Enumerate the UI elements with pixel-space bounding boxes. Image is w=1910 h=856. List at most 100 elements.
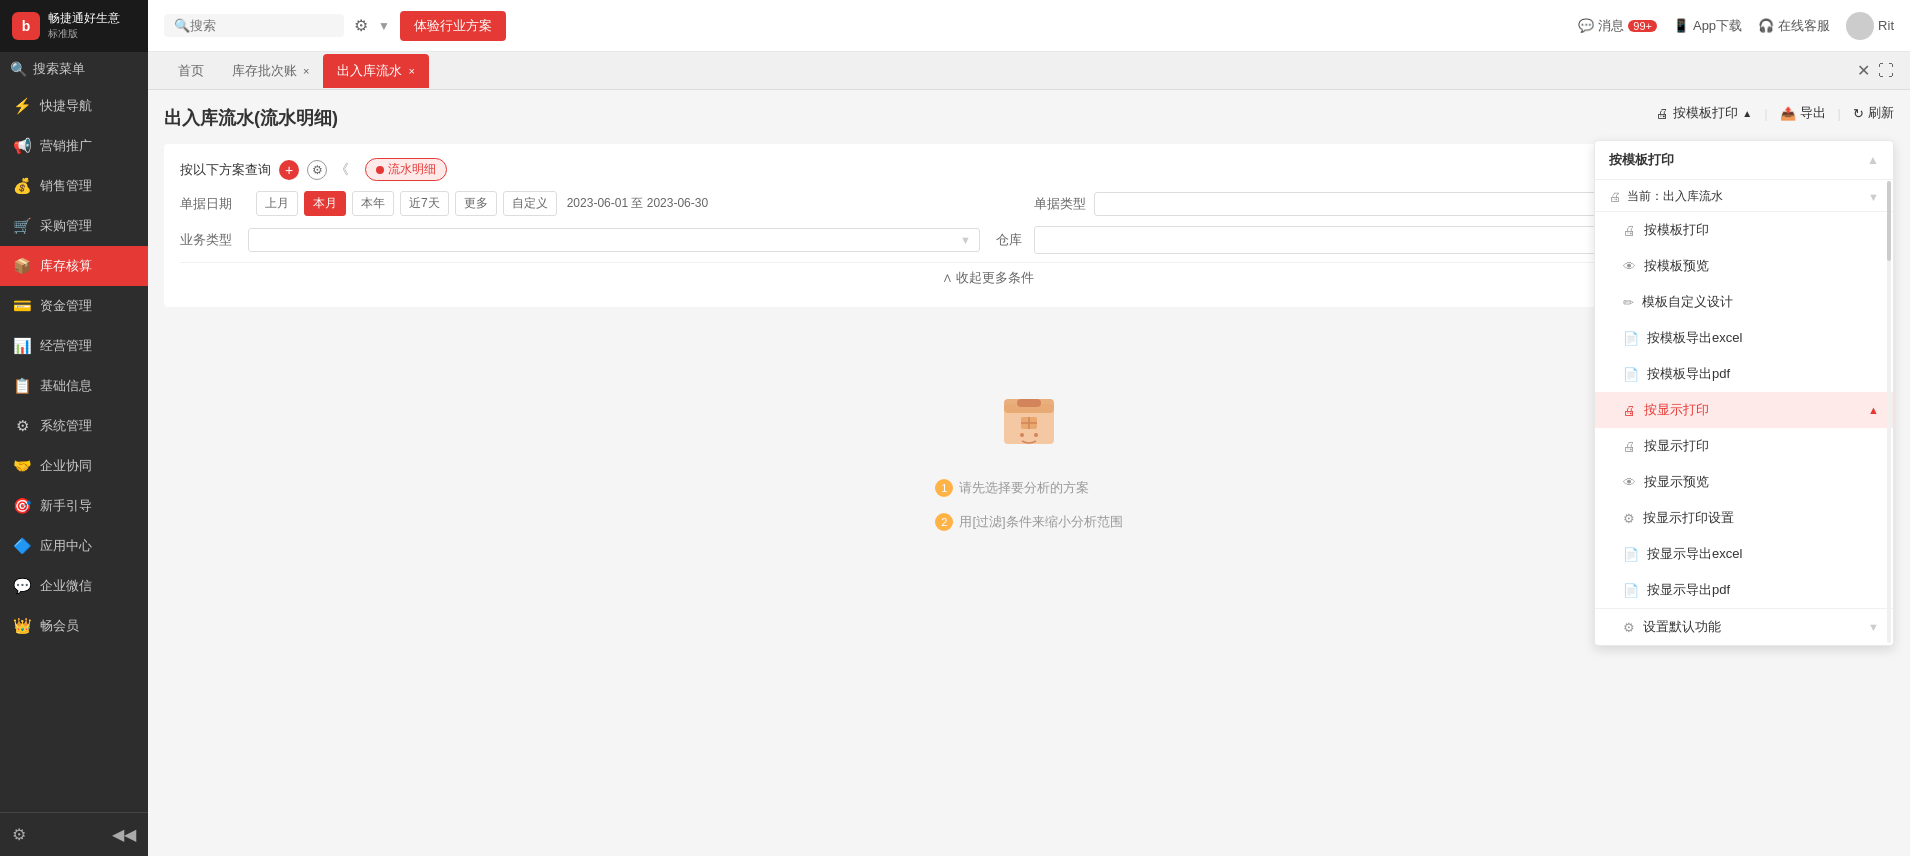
tabs-actions: ✕ ⛶	[1857, 61, 1894, 80]
newbie-icon: 🎯	[12, 496, 32, 516]
tabs-expand-btn[interactable]: ⛶	[1878, 61, 1894, 80]
dropdown-item-display-print-group[interactable]: 🖨 按显示打印 ▲	[1595, 392, 1893, 428]
dropdown-item-set-default[interactable]: ⚙ 设置默认功能 ▼	[1595, 608, 1893, 645]
dropdown-item-display-export-pdf[interactable]: 📄 按显示导出pdf	[1595, 572, 1893, 608]
refresh-icon: ↻	[1853, 106, 1864, 121]
dropdown-item-display-preview[interactable]: 👁 按显示预览	[1595, 464, 1893, 500]
sidebar-item-inventory[interactable]: 📦 库存核算	[0, 246, 148, 286]
template-export-excel-label: 按模板导出excel	[1647, 329, 1742, 347]
dropdown-item-display-print-settings[interactable]: ⚙ 按显示打印设置	[1595, 500, 1893, 536]
online-service-item[interactable]: 🎧 在线客服	[1758, 17, 1830, 35]
app-download-item[interactable]: 📱 App下载	[1673, 17, 1742, 35]
sub-filter-label: 流水明细	[388, 161, 436, 178]
settings-footer-icon[interactable]: ⚙	[12, 825, 26, 844]
date-filter: 上月 本月 本年 近7天 更多 自定义 2023-06-01 至 2023-06…	[256, 191, 1018, 216]
filter-add-btn[interactable]: +	[279, 160, 299, 180]
sidebar-item-label: 系统管理	[40, 417, 92, 435]
sidebar-item-enterprise-wechat[interactable]: 💬 企业微信	[0, 566, 148, 606]
sidebar-item-marketing[interactable]: 📢 营销推广	[0, 126, 148, 166]
step2-text: 用[过滤]条件来缩小分析范围	[959, 509, 1122, 535]
dropdown-item-template-export-excel[interactable]: 📄 按模板导出excel	[1595, 320, 1893, 356]
dropdown-scrollbar-thumb[interactable]	[1887, 181, 1891, 261]
filter-title: 按以下方案查询	[180, 161, 271, 179]
user-name: Rit	[1878, 18, 1894, 33]
display-print-settings-icon: ⚙	[1623, 511, 1635, 526]
sidebar-item-newbie[interactable]: 🎯 新手引导	[0, 486, 148, 526]
print-dropdown-panel: 按模板打印 ▲ 🖨 当前：出入库流水 ▼ 🖨 按模板打印 👁 按模板预览	[1594, 140, 1894, 646]
basic-info-icon: 📋	[12, 376, 32, 396]
print-template-btn[interactable]: 🖨 按模板打印 ▲	[1656, 104, 1752, 122]
online-service-label: 在线客服	[1778, 17, 1830, 35]
dropdown-item-template-print[interactable]: 🖨 按模板打印	[1595, 212, 1893, 248]
tab-batch-account-close[interactable]: ×	[303, 65, 309, 77]
dropdown-scrollbar-track	[1887, 181, 1891, 643]
page-title: 出入库流水(流水明细)	[164, 106, 1894, 130]
inventory-icon: 📦	[12, 256, 32, 276]
topbar-search-input[interactable]	[190, 18, 310, 33]
page-content: 出入库流水(流水明细) 🖨 按模板打印 ▲ | 📤 导出 | ↻ 刷新 按以下方…	[148, 90, 1910, 856]
sidebar-item-operations[interactable]: 📊 经营管理	[0, 326, 148, 366]
date-btn-more[interactable]: 更多	[455, 191, 497, 216]
logo-name: 畅捷通好生意	[48, 11, 120, 27]
sidebar-item-system[interactable]: ⚙ 系统管理	[0, 406, 148, 446]
topbar-settings-icon[interactable]: ⚙	[354, 16, 368, 35]
logo-text-block: 畅捷通好生意 标准版	[48, 11, 120, 41]
sidebar-item-purchase[interactable]: 🛒 采购管理	[0, 206, 148, 246]
sidebar-item-collab[interactable]: 🤝 企业协同	[0, 446, 148, 486]
tab-batch-account[interactable]: 库存批次账 ×	[218, 54, 323, 88]
sidebar-item-membership[interactable]: 👑 畅会员	[0, 606, 148, 646]
template-preview-label: 按模板预览	[1644, 257, 1709, 275]
step1-num: 1	[935, 479, 953, 497]
sidebar-search[interactable]: 🔍 搜索菜单	[0, 52, 148, 86]
sidebar-item-finance[interactable]: 💳 资金管理	[0, 286, 148, 326]
sidebar-item-basic-info[interactable]: 📋 基础信息	[0, 366, 148, 406]
svg-point-6	[1020, 433, 1024, 437]
doc-type-label: 单据类型	[1034, 195, 1086, 213]
filter-collapse-arrow[interactable]: 《	[335, 161, 349, 179]
tab-flow-close[interactable]: ×	[408, 65, 414, 77]
tab-home[interactable]: 首页	[164, 54, 218, 88]
display-export-excel-icon: 📄	[1623, 547, 1639, 562]
sidebar-item-quick-nav[interactable]: ⚡ 快捷导航	[0, 86, 148, 126]
collapse-more-btn[interactable]: ∧ 收起更多条件	[180, 262, 1796, 293]
date-label: 单据日期	[180, 195, 240, 213]
date-range: 2023-06-01 至 2023-06-30	[567, 195, 708, 212]
tabs-close-btn[interactable]: ✕	[1857, 61, 1870, 80]
topbar-search-area[interactable]: 🔍	[164, 14, 344, 37]
topbar-dropdown-icon[interactable]: ▼	[378, 19, 390, 33]
user-avatar-item[interactable]: Rit	[1846, 12, 1894, 40]
date-btn-7days[interactable]: 近7天	[400, 191, 449, 216]
dropdown-item-template-preview[interactable]: 👁 按模板预览	[1595, 248, 1893, 284]
collapse-sidebar-icon[interactable]: ◀◀	[112, 825, 136, 844]
sub-filter-dot	[376, 166, 384, 174]
sub-filter-tag[interactable]: 流水明细	[365, 158, 447, 181]
app-download-icon: 📱	[1673, 18, 1689, 33]
export-btn[interactable]: 📤 导出	[1780, 104, 1826, 122]
quick-nav-icon: ⚡	[12, 96, 32, 116]
collapse-label: 收起更多条件	[956, 270, 1034, 285]
date-btn-this-month[interactable]: 本月	[304, 191, 346, 216]
date-btn-last-month[interactable]: 上月	[256, 191, 298, 216]
template-print-label: 按模板打印	[1644, 221, 1709, 239]
filter-settings-btn[interactable]: ⚙	[307, 160, 327, 180]
message-item[interactable]: 💬 消息 99+	[1578, 17, 1657, 35]
sidebar-item-app-center[interactable]: 🔷 应用中心	[0, 526, 148, 566]
sidebar-item-label: 快捷导航	[40, 97, 92, 115]
dropdown-item-template-export-pdf[interactable]: 📄 按模板导出pdf	[1595, 356, 1893, 392]
dropdown-current-label-row: 🖨 当前：出入库流水	[1609, 188, 1723, 205]
operations-icon: 📊	[12, 336, 32, 356]
display-print-group-chevron: ▲	[1868, 404, 1879, 416]
sidebar-item-sales[interactable]: 💰 销售管理	[0, 166, 148, 206]
dropdown-item-display-export-excel[interactable]: 📄 按显示导出excel	[1595, 536, 1893, 572]
sidebar-item-label: 基础信息	[40, 377, 92, 395]
date-btn-custom[interactable]: 自定义	[503, 191, 557, 216]
refresh-btn[interactable]: ↻ 刷新	[1853, 104, 1894, 122]
date-btn-this-year[interactable]: 本年	[352, 191, 394, 216]
dropdown-item-display-print[interactable]: 🖨 按显示打印	[1595, 428, 1893, 464]
sidebar-item-label: 应用中心	[40, 537, 92, 555]
sidebar-search-label: 搜索菜单	[33, 60, 85, 78]
biz-type-select[interactable]: ▼	[248, 228, 980, 252]
dropdown-item-template-custom[interactable]: ✏ 模板自定义设计	[1595, 284, 1893, 320]
trial-btn[interactable]: 体验行业方案	[400, 11, 506, 41]
tab-flow[interactable]: 出入库流水 ×	[323, 54, 428, 88]
